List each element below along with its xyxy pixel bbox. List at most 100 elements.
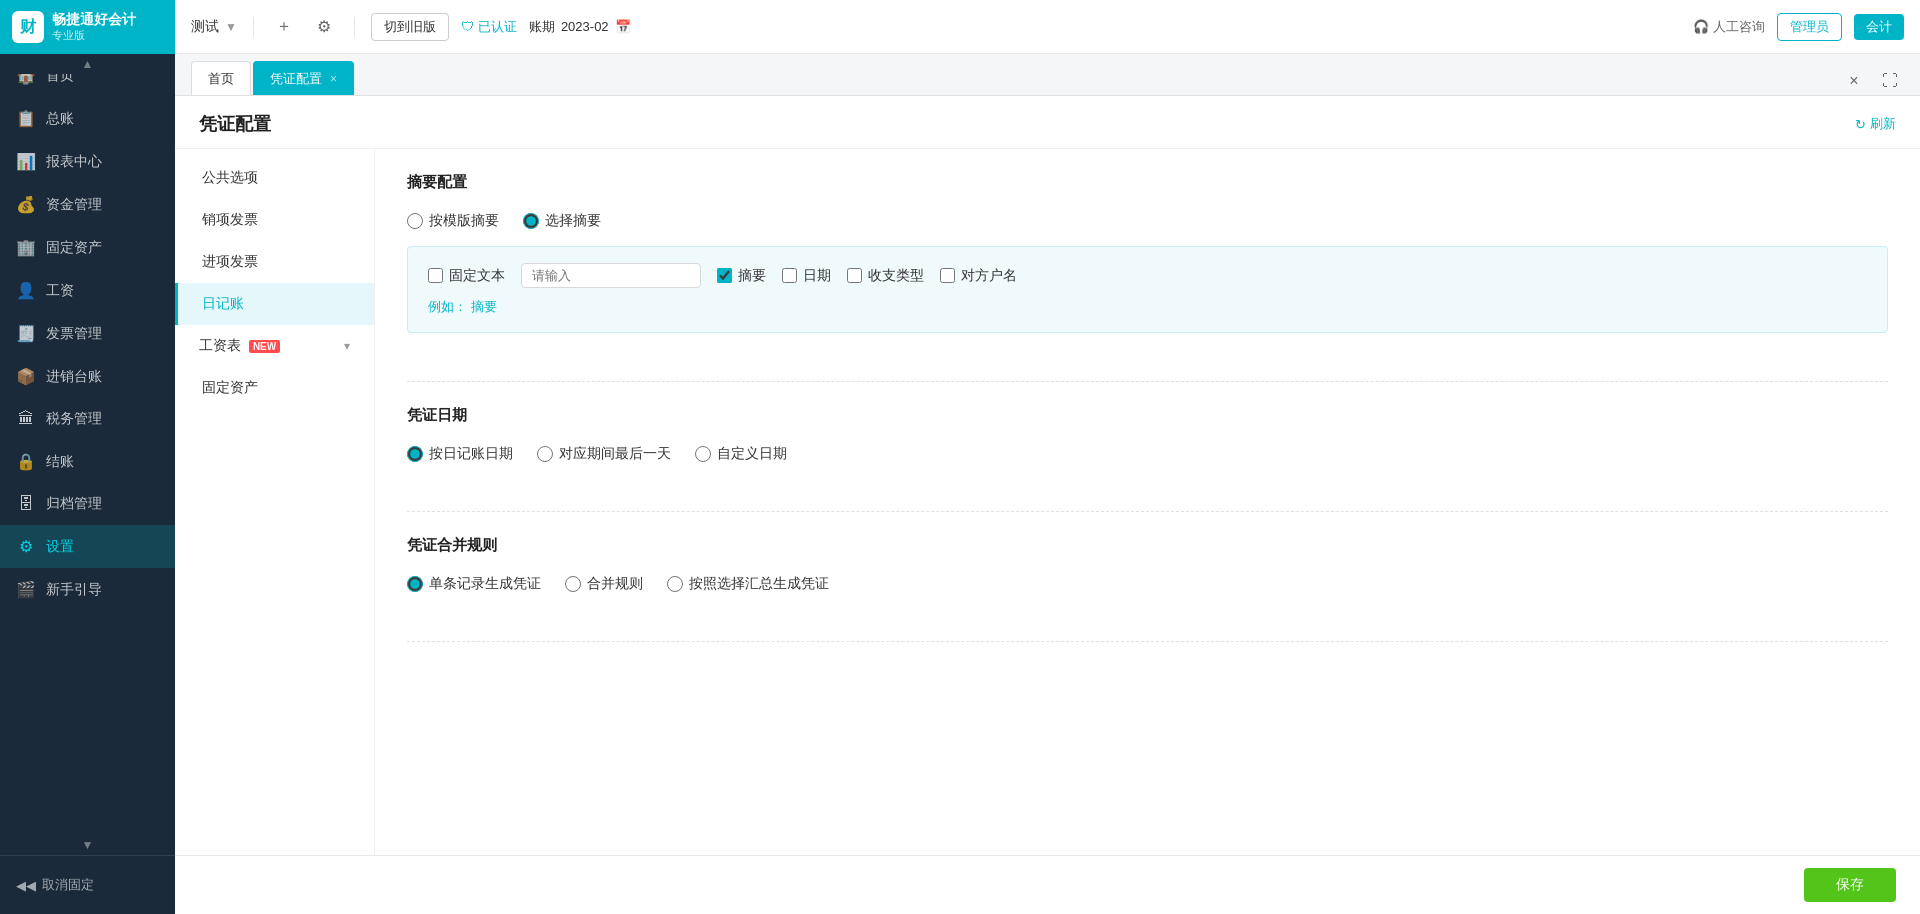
role-button[interactable]: 会计 (1854, 14, 1904, 40)
merge-rules-radio-group: 单条记录生成凭证 合并规则 按照选择汇总生成凭证 (407, 575, 1888, 593)
sidebar-scroll-up[interactable]: ▲ (0, 54, 175, 74)
date-radio-last-day[interactable]: 对应期间最后一天 (537, 445, 671, 463)
sidebar-item-invoices[interactable]: 🧾 发票管理 (0, 312, 175, 355)
period-info: 账期 2023-02 📅 (529, 18, 631, 36)
right-content: 摘要配置 按模版摘要 选择摘要 (375, 149, 1920, 855)
app-logo-text-area: 畅捷通好会计 专业版 (52, 11, 136, 43)
sidebar-scroll-down[interactable]: ▼ (0, 835, 175, 855)
chevron-down-icon: ▾ (344, 339, 350, 353)
income-type-checkbox[interactable] (847, 268, 862, 283)
company-selector[interactable]: 测试 ▼ (191, 18, 237, 36)
left-nav-payroll-table[interactable]: 工资表 NEW ▾ (175, 325, 374, 367)
date-radio-journal[interactable]: 按日记账日期 (407, 445, 513, 463)
sidebar-item-assets[interactable]: 🏢 固定资产 (0, 226, 175, 269)
cancel-fixed-button[interactable]: ◀◀ 取消固定 (0, 866, 175, 904)
sidebar-item-label-reports: 报表中心 (46, 153, 102, 171)
sidebar-item-guide[interactable]: 🎬 新手引导 (0, 568, 175, 611)
date-radio-last-day-label: 对应期间最后一天 (559, 445, 671, 463)
merge-radio-merge-label: 合并规则 (587, 575, 643, 593)
date-radio-journal-input[interactable] (407, 446, 423, 462)
left-nav-fixed-assets[interactable]: 固定资产 (175, 367, 374, 409)
admin-button[interactable]: 管理员 (1777, 13, 1842, 41)
merge-radio-merge[interactable]: 合并规则 (565, 575, 643, 593)
left-nav-purchase-invoice-label: 进项发票 (202, 253, 258, 269)
topbar-sep-1 (253, 17, 254, 37)
sidebar-item-archive[interactable]: 🗄 归档管理 (0, 483, 175, 525)
merge-rules-section: 凭证合并规则 单条记录生成凭证 合并规则 (407, 536, 1888, 617)
fixed-text-checkbox[interactable] (428, 268, 443, 283)
merge-radio-single-input[interactable] (407, 576, 423, 592)
sidebar-item-payroll[interactable]: 👤 工资 (0, 269, 175, 312)
sidebar-bottom: ◀◀ 取消固定 (0, 855, 175, 914)
sidebar-nav-wrapper: ▲ 🏠 首页 📋 总账 📊 报表中心 💰 资金管理 🏢 固定资产 (0, 54, 175, 855)
topbar-sep-2 (354, 17, 355, 37)
sidebar-item-settings[interactable]: ⚙ 设置 (0, 525, 175, 568)
main-area: 测试 ▼ ＋ ⚙ 切到旧版 🛡 已认证 账期 2023-02 📅 🎧 人工咨询 … (175, 0, 1920, 914)
company-dropdown-icon: ▼ (225, 20, 237, 34)
page-body: 公共选项 销项发票 进项发票 日记账 工资表 NEW (175, 149, 1920, 855)
date-checkbox[interactable] (782, 268, 797, 283)
left-nav-journal[interactable]: 日记账 (175, 283, 374, 325)
sidebar-item-ledger[interactable]: 📋 总账 (0, 97, 175, 140)
sidebar-item-sales[interactable]: 📦 进销台账 (0, 355, 175, 398)
counterparty-checkbox-label[interactable]: 对方户名 (940, 267, 1017, 285)
summary-config-box: 固定文本 摘要 日期 (407, 246, 1888, 333)
sales-icon: 📦 (16, 367, 36, 386)
counterparty-checkbox-text: 对方户名 (961, 267, 1017, 285)
settings-button[interactable]: ⚙ (310, 13, 338, 41)
summary-checkbox-label[interactable]: 摘要 (717, 267, 766, 285)
tab-voucher-config-label: 凭证配置 (270, 70, 322, 88)
date-radio-last-day-input[interactable] (537, 446, 553, 462)
tab-close-icon[interactable]: × (330, 72, 337, 86)
summary-checkbox-text: 摘要 (738, 267, 766, 285)
date-checkbox-label[interactable]: 日期 (782, 267, 831, 285)
income-type-checkbox-label[interactable]: 收支类型 (847, 267, 924, 285)
left-nav-sales-invoice[interactable]: 销项发票 (175, 199, 374, 241)
sidebar-item-label-assets: 固定资产 (46, 239, 102, 257)
add-button[interactable]: ＋ (270, 13, 298, 41)
voucher-date-radio-group: 按日记账日期 对应期间最后一天 自定义日期 (407, 445, 1888, 463)
summary-radio-select[interactable]: 选择摘要 (523, 212, 601, 230)
date-radio-custom[interactable]: 自定义日期 (695, 445, 787, 463)
summary-radio-template[interactable]: 按模版摘要 (407, 212, 499, 230)
tax-icon: 🏛 (16, 410, 36, 428)
tab-home[interactable]: 首页 (191, 61, 251, 95)
left-nav: 公共选项 销项发票 进项发票 日记账 工资表 NEW (175, 149, 375, 855)
close-tab-button[interactable]: × (1840, 67, 1868, 95)
archive-icon: 🗄 (16, 495, 36, 513)
summary-radio-select-input[interactable] (523, 213, 539, 229)
summary-checkbox[interactable] (717, 268, 732, 283)
summary-radio-template-input[interactable] (407, 213, 423, 229)
certified-text: 已认证 (478, 18, 517, 36)
app-edition: 专业版 (52, 28, 136, 43)
left-nav-public-label: 公共选项 (202, 169, 258, 185)
calendar-icon[interactable]: 📅 (615, 19, 631, 34)
merge-radio-selective[interactable]: 按照选择汇总生成凭证 (667, 575, 829, 593)
payroll-icon: 👤 (16, 281, 36, 300)
switch-old-button[interactable]: 切到旧版 (371, 13, 449, 41)
fixed-text-input[interactable] (521, 263, 701, 288)
sidebar: 财 畅捷通好会计 专业版 ▲ 🏠 首页 📋 总账 📊 报表中心 💰 资金管理 (0, 0, 175, 914)
expand-tab-button[interactable]: ⛶ (1876, 67, 1904, 95)
save-button[interactable]: 保存 (1804, 868, 1896, 902)
refresh-button[interactable]: ↻ 刷新 (1855, 115, 1896, 133)
sidebar-item-reports[interactable]: 📊 报表中心 (0, 140, 175, 183)
left-nav-purchase-invoice[interactable]: 进项发票 (175, 241, 374, 283)
reports-icon: 📊 (16, 152, 36, 171)
tab-home-label: 首页 (208, 70, 234, 88)
left-nav-public[interactable]: 公共选项 (175, 157, 374, 199)
consult-button[interactable]: 🎧 人工咨询 (1693, 18, 1765, 36)
sidebar-item-funds[interactable]: 💰 资金管理 (0, 183, 175, 226)
merge-rules-title: 凭证合并规则 (407, 536, 1888, 555)
sidebar-item-closing[interactable]: 🔒 结账 (0, 440, 175, 483)
date-radio-custom-input[interactable] (695, 446, 711, 462)
merge-radio-merge-input[interactable] (565, 576, 581, 592)
counterparty-checkbox[interactable] (940, 268, 955, 283)
tab-voucher-config[interactable]: 凭证配置 × (253, 61, 354, 95)
merge-radio-single[interactable]: 单条记录生成凭证 (407, 575, 541, 593)
merge-radio-selective-input[interactable] (667, 576, 683, 592)
summary-section: 摘要配置 按模版摘要 选择摘要 (407, 173, 1888, 357)
company-name: 测试 (191, 18, 219, 36)
fixed-text-checkbox-label[interactable]: 固定文本 (428, 267, 505, 285)
sidebar-item-tax[interactable]: 🏛 税务管理 (0, 398, 175, 440)
